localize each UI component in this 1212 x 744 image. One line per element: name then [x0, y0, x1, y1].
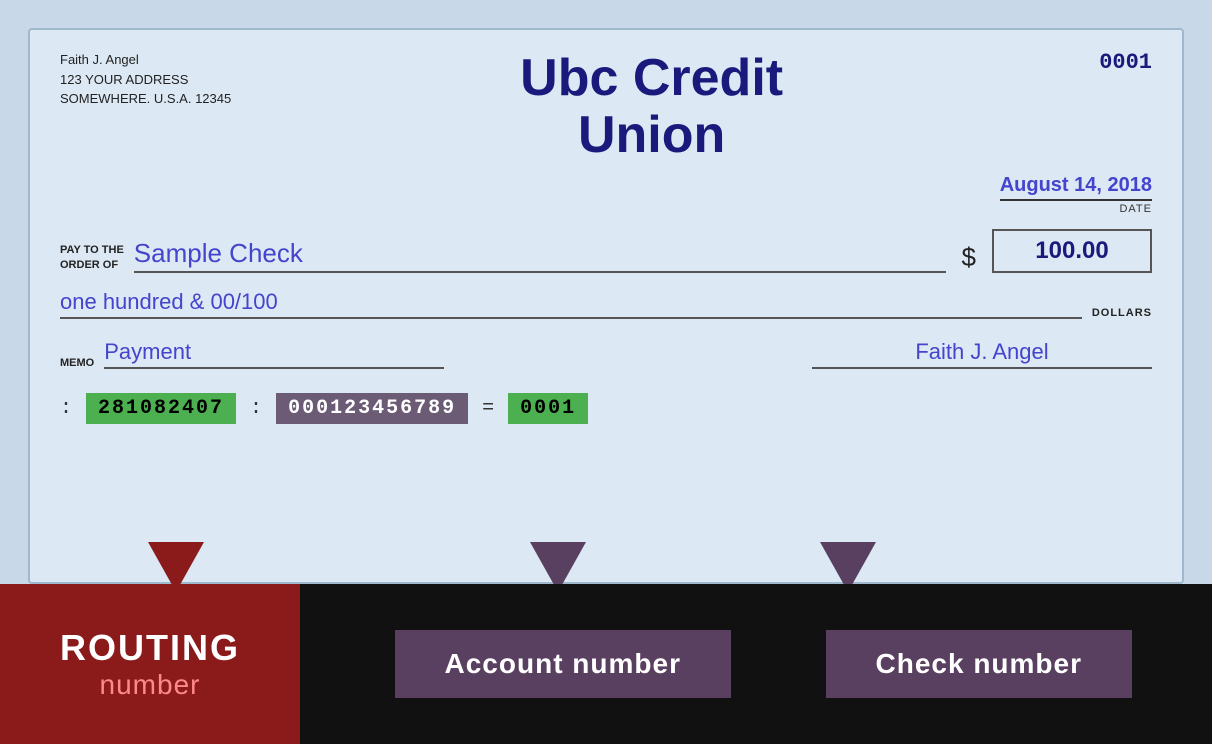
- signature-value: Faith J. Angel: [812, 339, 1152, 369]
- check-label-block: Check number: [826, 584, 1212, 744]
- micr-row: : 281082407 : 000123456789 = 0001: [60, 393, 1152, 424]
- address-line2: 123 YOUR ADDRESS: [60, 70, 231, 90]
- signature-area: Faith J. Angel: [454, 339, 1152, 369]
- date-row: August 14, 2018 DATE: [60, 174, 1152, 215]
- words-amount: one hundred & 00/100: [60, 289, 1082, 319]
- memo-value: Payment: [104, 339, 444, 369]
- check-number-area: 0001: [1072, 50, 1152, 75]
- date-area: August 14, 2018 DATE: [1000, 174, 1152, 215]
- check-address: Faith J. Angel 123 YOUR ADDRESS SOMEWHER…: [60, 50, 231, 109]
- dollar-sign: $: [962, 242, 976, 273]
- check-number-label: Check number: [826, 630, 1133, 698]
- check: Faith J. Angel 123 YOUR ADDRESS SOMEWHER…: [28, 28, 1184, 584]
- routing-block: ROUTING number: [0, 584, 300, 744]
- bottom-labels-area: ROUTING number Account number Check numb…: [0, 584, 1212, 744]
- micr-close-symbol: :: [250, 397, 262, 420]
- micr-routing: 281082407: [86, 393, 236, 424]
- pay-row: PAY TO THEORDER OF Sample Check $ 100.00: [60, 229, 1152, 273]
- address-line1: Faith J. Angel: [60, 50, 231, 70]
- micr-open-symbol: :: [60, 397, 72, 420]
- pay-to-label: PAY TO THEORDER OF: [60, 243, 124, 274]
- account-block: Account number: [300, 584, 826, 744]
- memo-label: MEMO: [60, 357, 94, 369]
- date-value: August 14, 2018: [1000, 174, 1152, 201]
- routing-title: ROUTING: [60, 627, 240, 669]
- account-number-label: Account number: [395, 630, 731, 698]
- words-row: one hundred & 00/100 DOLLARS: [60, 289, 1152, 319]
- dollars-label: DOLLARS: [1092, 307, 1152, 319]
- routing-subtitle: number: [100, 669, 201, 701]
- memo-row: MEMO Payment Faith J. Angel: [60, 339, 1152, 369]
- bank-name: Ubc Credit Union: [251, 50, 1052, 164]
- amount-box: 100.00: [992, 229, 1152, 273]
- check-number: 0001: [1072, 50, 1152, 75]
- micr-account: 000123456789: [276, 393, 468, 424]
- payee-name: Sample Check: [134, 238, 946, 273]
- date-label: DATE: [1000, 203, 1152, 215]
- micr-equals-symbol: =: [482, 397, 494, 420]
- address-line3: SOMEWHERE. U.S.A. 12345: [60, 89, 231, 109]
- micr-check-number: 0001: [508, 393, 588, 424]
